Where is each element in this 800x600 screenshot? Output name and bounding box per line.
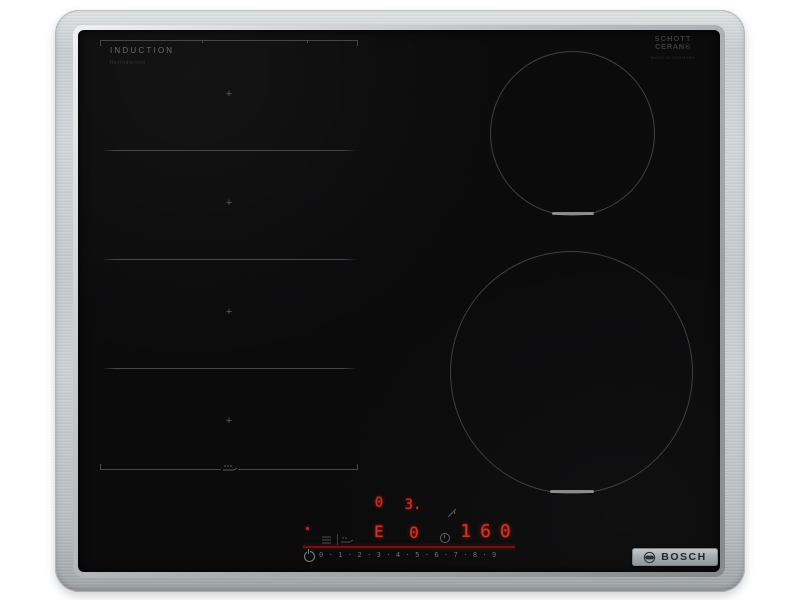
brand-badge-label: BOSCH <box>661 551 707 563</box>
made-in-line: MADE IN GERMANY <box>650 54 695 60</box>
brand-badge: BOSCH <box>632 548 718 566</box>
icon-divider <box>337 534 338 545</box>
flex-bracket-tick <box>100 40 101 46</box>
flex-bracket-tick <box>100 464 101 470</box>
bosch-anchor-icon <box>644 551 656 563</box>
schott-ceran-branding: SCHOTT CERAN® MADE IN GERMANY <box>640 35 706 60</box>
flex-bracket-tick <box>357 40 358 46</box>
front-right-zone-display: 0 <box>409 523 419 542</box>
rear-right-zone-front-mark <box>552 212 594 215</box>
front-right-zone-ring <box>450 251 693 494</box>
slider-glow-line <box>303 546 515 548</box>
flex-zone-top-line <box>100 40 358 41</box>
flex-zone-divider <box>102 259 356 260</box>
induction-label: INDUCTION <box>110 46 175 55</box>
wrench-icon[interactable] <box>446 507 458 519</box>
product-photo-induction-hob: INDUCTION flexInduction SCHOTT CERAN® MA… <box>0 0 800 600</box>
power-slider-scale[interactable]: 0·1·2·3·4·5·6·7·8·9 <box>319 551 519 559</box>
induction-sublabel: flexInduction <box>110 60 146 66</box>
flex-notch-tick <box>202 40 203 43</box>
pan-icon <box>221 463 238 475</box>
timer-display: 160 <box>460 521 520 542</box>
flex-segments-icon[interactable] <box>320 535 334 545</box>
pot-position-marker: + <box>225 415 233 427</box>
flex-zone-divider <box>102 368 356 369</box>
pot-position-marker: + <box>225 88 233 100</box>
front-right-zone-front-mark <box>550 490 594 493</box>
pot-position-marker: + <box>225 197 233 209</box>
front-left-zone-display: E <box>374 522 384 541</box>
flex-notch-tick <box>307 40 308 43</box>
flex-bracket-tick <box>357 464 358 470</box>
power-icon[interactable] <box>304 549 315 562</box>
rear-left-zone-display: 0 <box>374 495 384 511</box>
flex-zone-divider <box>102 150 356 151</box>
pot-position-marker: + <box>225 306 233 318</box>
ceran-line: CERAN® <box>655 41 691 51</box>
rear-right-zone-ring <box>490 51 655 216</box>
pan-sensor-icon[interactable] <box>340 535 354 545</box>
status-indicator-dot <box>306 527 309 530</box>
rear-right-zone-display: 3. <box>404 497 422 513</box>
clock-icon[interactable] <box>440 533 450 543</box>
